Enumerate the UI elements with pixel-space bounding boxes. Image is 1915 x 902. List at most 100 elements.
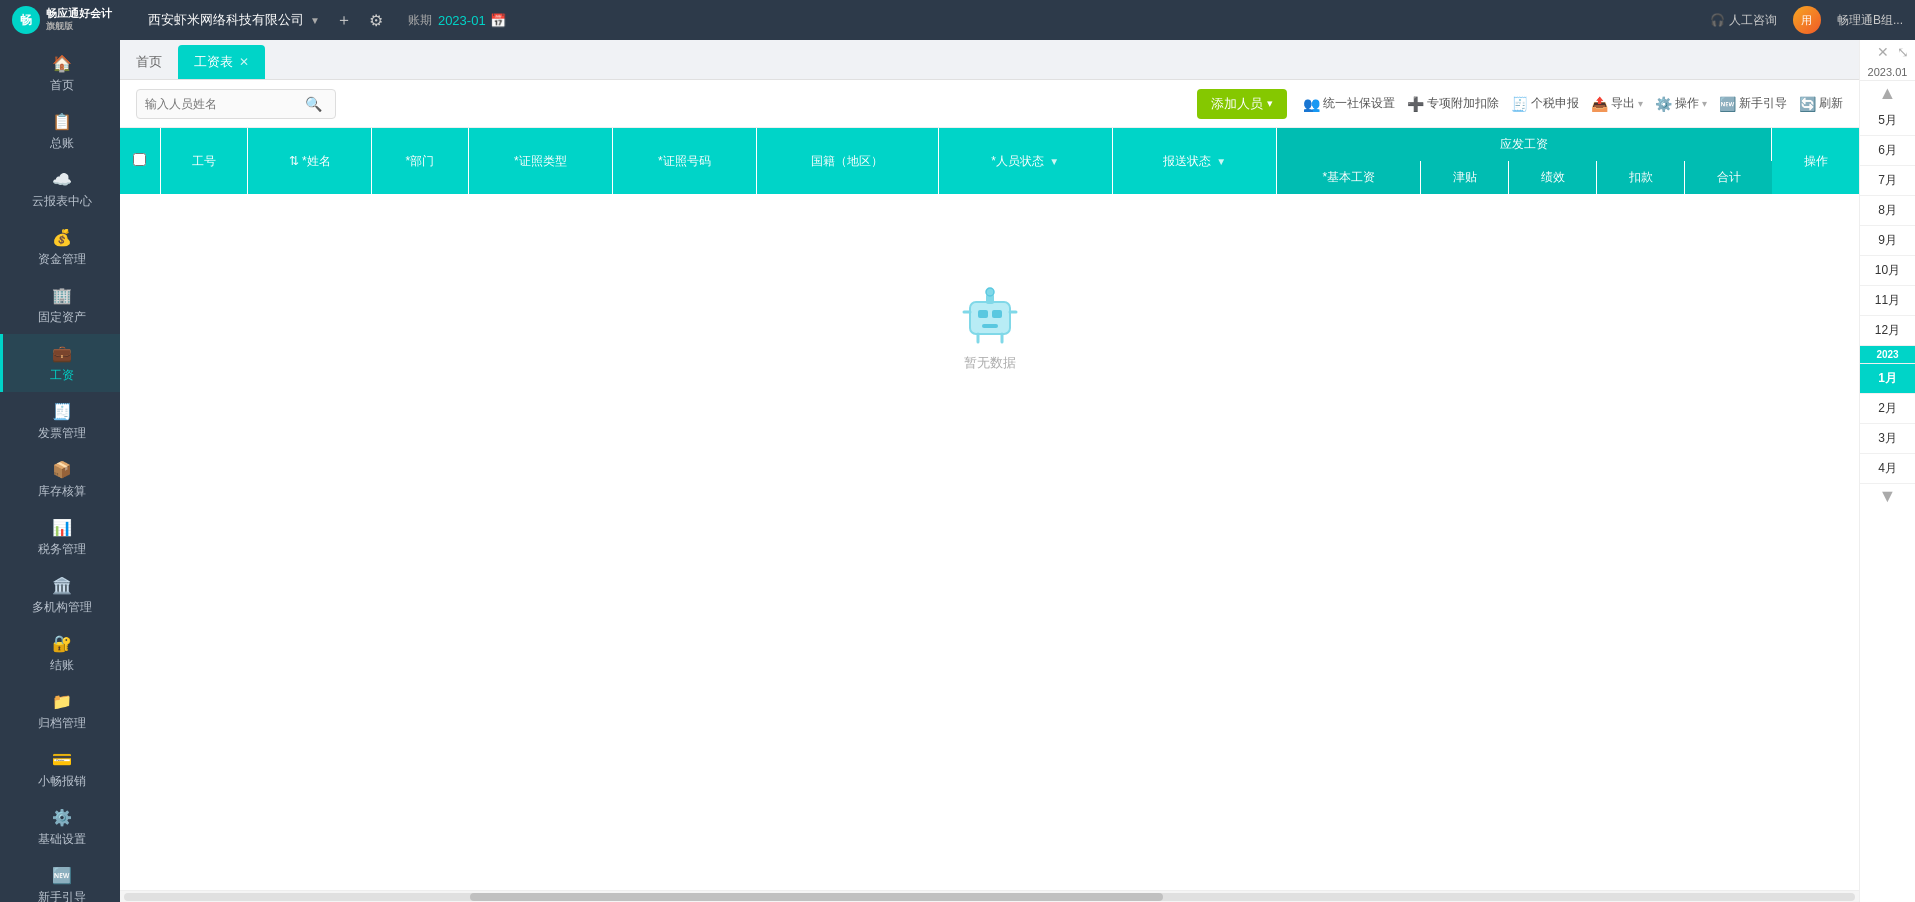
add-btn-dropdown-icon: ▾ <box>1267 97 1273 110</box>
action-group: 👥 统一社保设置 ➕ 专项附加扣除 🧾 个税申报 📤 导出 ▾ ⚙️ <box>1303 95 1843 112</box>
sidebar-item-inventory[interactable]: 📦 库存核算 <box>0 450 120 508</box>
th-checkbox[interactable] <box>120 128 160 194</box>
table-body: 暂无数据 <box>120 194 1859 452</box>
tab-home[interactable]: 首页 <box>120 45 178 79</box>
expand-panel-btn[interactable]: ⤡ <box>1893 42 1913 62</box>
month-item-1[interactable]: 1月 <box>1860 364 1915 394</box>
th-deduct: 扣款 <box>1597 161 1685 194</box>
tab-salary[interactable]: 工资表 ✕ <box>178 45 265 79</box>
ledger-icon: 📋 <box>52 112 72 131</box>
sidebar-item-guide[interactable]: 🆕 新手引导 <box>0 856 120 902</box>
content-area: 首页 工资表 ✕ 🔍 添加人员 ▾ 👥 统一社保设置 <box>120 40 1859 902</box>
action-personal-tax[interactable]: 🧾 个税申报 <box>1511 95 1579 112</box>
empty-icon <box>950 274 1030 354</box>
sidebar-item-cloud-report[interactable]: ☁️ 云报表中心 <box>0 160 120 218</box>
table-header-row1: 工号 ⇅ *姓名 *部门 *证照类型 *证照号码 国籍（地区） *人员状态 ▼ … <box>120 128 1859 161</box>
month-item-2[interactable]: 2月 <box>1860 394 1915 424</box>
sidebar-item-label-cloud: 云报表中心 <box>32 193 92 210</box>
sidebar-item-salary[interactable]: 💼 工资 <box>0 334 120 392</box>
support-label: 人工咨询 <box>1729 12 1777 29</box>
report-filter-icon[interactable]: ▼ <box>1216 156 1226 167</box>
action-operate[interactable]: ⚙️ 操作 ▾ <box>1655 95 1707 112</box>
sidebar-item-fund[interactable]: 💰 资金管理 <box>0 218 120 276</box>
month-down-nav[interactable]: ▼ <box>1860 484 1915 509</box>
top-header: 畅 畅应通好会计 旗舰版 西安虾米网络科技有限公司 ▼ ＋ ⚙ 账期 2023-… <box>0 0 1915 40</box>
sidebar-item-archive[interactable]: 📁 归档管理 <box>0 682 120 740</box>
search-input[interactable] <box>145 97 305 111</box>
th-operate: 操作 <box>1772 128 1859 194</box>
action-export[interactable]: 📤 导出 ▾ <box>1591 95 1643 112</box>
sidebar-item-closing[interactable]: 🔐 结账 <box>0 624 120 682</box>
social-security-icon: 👥 <box>1303 96 1320 112</box>
sidebar-item-asset[interactable]: 🏢 固定资产 <box>0 276 120 334</box>
month-item-7[interactable]: 7月 <box>1860 166 1915 196</box>
fund-icon: 💰 <box>52 228 72 247</box>
close-panel-btn[interactable]: ✕ <box>1873 42 1893 62</box>
action-social-security[interactable]: 👥 统一社保设置 <box>1303 95 1395 112</box>
month-item-3[interactable]: 3月 <box>1860 424 1915 454</box>
sidebar-item-expense[interactable]: 💳 小畅报销 <box>0 740 120 798</box>
month-item-9[interactable]: 9月 <box>1860 226 1915 256</box>
sidebar-item-label-expense: 小畅报销 <box>38 773 86 790</box>
guide-icon: 🆕 <box>52 866 72 885</box>
month-item-11[interactable]: 11月 <box>1860 286 1915 316</box>
th-salary-group: 应发工资 <box>1277 128 1772 161</box>
add-company-btn[interactable]: ＋ <box>332 8 356 32</box>
select-all-checkbox[interactable] <box>133 153 146 166</box>
app-logo: 畅 畅应通好会计 旗舰版 <box>12 6 132 34</box>
user-name[interactable]: 畅理通B组... <box>1837 12 1903 29</box>
period-label: 账期 <box>408 12 432 29</box>
month-picker-top-actions: ✕ ⤡ <box>1860 40 1915 64</box>
company-dropdown-icon: ▼ <box>310 15 320 26</box>
svg-point-5 <box>986 288 994 296</box>
h-scrollbar[interactable] <box>120 890 1859 902</box>
th-base-salary: *基本工资 <box>1277 161 1421 194</box>
refresh-icon: 🔄 <box>1799 96 1816 112</box>
archive-icon: 📁 <box>52 692 72 711</box>
month-item-6[interactable]: 6月 <box>1860 136 1915 166</box>
sidebar-item-label-home: 首页 <box>50 77 74 94</box>
scrollbar-track[interactable] <box>124 893 1855 901</box>
tax-icon: 📊 <box>52 518 72 537</box>
sidebar-item-settings[interactable]: ⚙️ 基础设置 <box>0 798 120 856</box>
svg-rect-1 <box>978 310 988 318</box>
headset-icon: 🎧 <box>1710 13 1725 27</box>
action-social-security-label: 统一社保设置 <box>1323 95 1395 112</box>
empty-state: 暂无数据 <box>120 194 1859 452</box>
scrollbar-thumb[interactable] <box>470 893 1162 901</box>
th-empno: 工号 <box>160 128 248 194</box>
month-item-5[interactable]: 5月 <box>1860 106 1915 136</box>
sidebar-item-invoice[interactable]: 🧾 发票管理 <box>0 392 120 450</box>
status-filter-icon[interactable]: ▼ <box>1049 156 1059 167</box>
add-employee-btn[interactable]: 添加人员 ▾ <box>1197 89 1287 119</box>
support-btn[interactable]: 🎧 人工咨询 <box>1710 12 1777 29</box>
header-actions: ＋ ⚙ <box>332 8 388 32</box>
sidebar-item-tax[interactable]: 📊 税务管理 <box>0 508 120 566</box>
month-item-12[interactable]: 12月 <box>1860 316 1915 346</box>
search-wrapper: 🔍 <box>136 89 336 119</box>
company-selector[interactable]: 西安虾米网络科技有限公司 ▼ <box>148 11 320 29</box>
sidebar-item-home[interactable]: 🏠 首页 <box>0 44 120 102</box>
svg-rect-2 <box>992 310 1002 318</box>
month-item-10[interactable]: 10月 <box>1860 256 1915 286</box>
action-special-deduct[interactable]: ➕ 专项附加扣除 <box>1407 95 1499 112</box>
calendar-icon[interactable]: 📅 <box>490 13 506 28</box>
sidebar-item-ledger[interactable]: 📋 总账 <box>0 102 120 160</box>
sidebar-item-label-asset: 固定资产 <box>38 309 86 326</box>
th-performance: 绩效 <box>1509 161 1597 194</box>
month-item-4[interactable]: 4月 <box>1860 454 1915 484</box>
period-value[interactable]: 2023-01 <box>438 13 486 28</box>
settings-icon[interactable]: ⚙ <box>364 8 388 32</box>
user-avatar: 用 <box>1793 6 1821 34</box>
app-logo-icon: 畅 <box>12 6 40 34</box>
operate-dropdown-icon: ▾ <box>1702 98 1707 109</box>
action-refresh-label: 刷新 <box>1819 95 1843 112</box>
month-item-8[interactable]: 8月 <box>1860 196 1915 226</box>
action-refresh[interactable]: 🔄 刷新 <box>1799 95 1843 112</box>
company-name: 西安虾米网络科技有限公司 <box>148 11 304 29</box>
sidebar-item-label-tax: 税务管理 <box>38 541 86 558</box>
tab-close-icon[interactable]: ✕ <box>239 55 249 69</box>
month-up-nav[interactable]: ▲ <box>1860 81 1915 106</box>
sidebar-item-multi-org[interactable]: 🏛️ 多机构管理 <box>0 566 120 624</box>
action-guide[interactable]: 🆕 新手引导 <box>1719 95 1787 112</box>
